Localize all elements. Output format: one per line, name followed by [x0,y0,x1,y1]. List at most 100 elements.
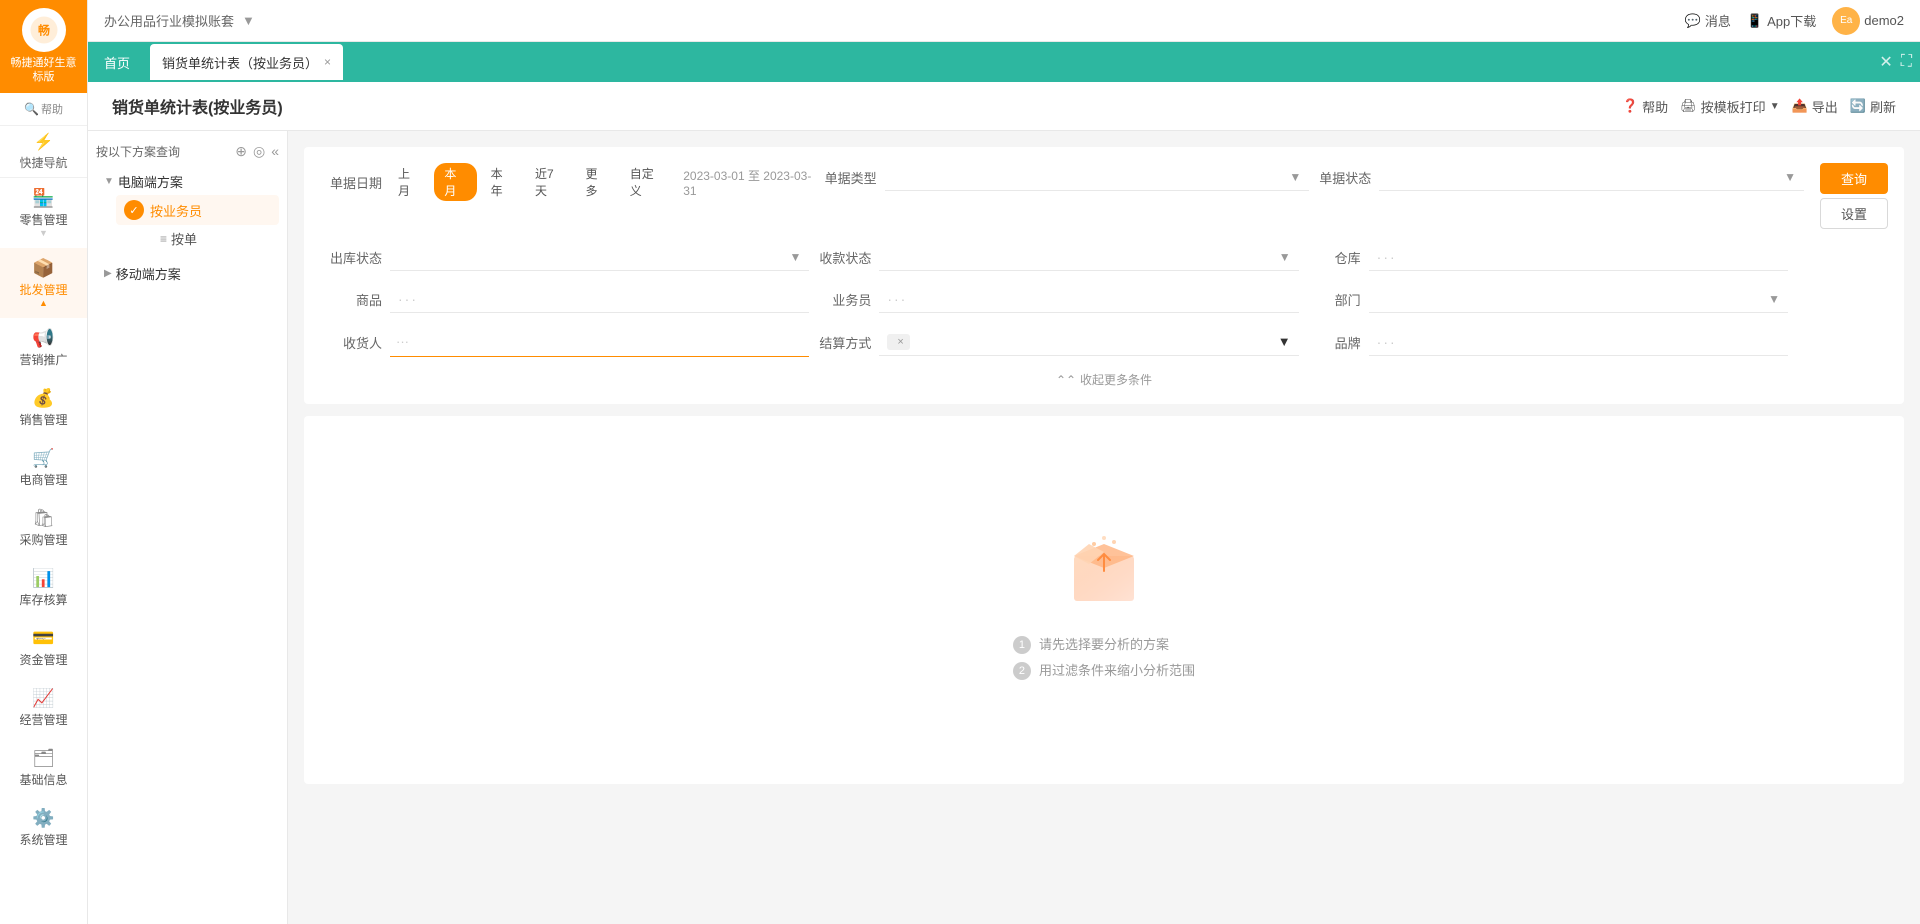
edit-scheme-btn[interactable]: ◎ [253,143,265,160]
settings-button[interactable]: 设置 [1820,198,1888,229]
suite-name: 办公用品行业模拟账套 [104,11,234,30]
salesperson-select[interactable]: ··· [879,285,1298,313]
tab-close-window-btn[interactable]: ✕ [1879,52,1892,72]
collect-status-select[interactable]: ▼ [879,243,1298,271]
date-btn-custom[interactable]: 自定义 [622,163,671,201]
sidebar-item-ecommerce[interactable]: 🛒 电商管理 [0,438,87,498]
sidebar-logo[interactable]: 畅 畅捷通好生意 标版 [0,0,87,93]
tab-home[interactable]: 首页 [88,42,146,82]
sidebar-item-wholesale[interactable]: 📦 批发管理 ▲ [0,248,87,318]
sidebar-item-inventory[interactable]: 📊 库存核算 [0,558,87,618]
department-caret-icon: ▼ [1768,292,1780,306]
dropdown-icon[interactable]: ▼ [242,13,255,28]
quick-nav[interactable]: ⚡ 快捷导航 [0,126,87,178]
tab-home-label: 首页 [104,53,130,72]
tab-close-btn[interactable]: × [324,55,331,69]
add-scheme-btn[interactable]: ⊕ [235,143,247,160]
tree-desktop[interactable]: ▼ 电脑端方案 [96,168,279,195]
goods-select[interactable]: ··· [390,285,809,313]
date-btn-current-month[interactable]: 本月 [434,163,476,201]
settlement-select[interactable]: × ▼ [879,328,1298,356]
date-btn-current-year[interactable]: 本年 [483,163,521,201]
help-btn[interactable]: ❓ 帮助 [1622,97,1668,116]
sidebar-item-operations[interactable]: 📈 经营管理 [0,678,87,738]
sidebar-item-label-operations: 经营管理 [19,711,67,728]
date-filter: 上月 本月 本年 近7天 更多 自定义 2023-03-01 至 2023-03… [390,163,815,201]
refresh-btn[interactable]: 🔄 刷新 [1850,97,1896,116]
user-area[interactable]: Ea demo2 [1832,7,1904,35]
collapse-btn[interactable]: ⌃⌃ 收起更多条件 [1056,371,1152,388]
tree-grandchild-order[interactable]: ≡ 按单 [152,225,279,252]
consignee-label: 收货人 [320,333,390,352]
tab-active[interactable]: 销货单统计表（按业务员） × [150,44,343,80]
app-download-btn[interactable]: 📱 App下载 [1747,11,1816,30]
sidebar-item-label-finance: 资金管理 [19,651,67,668]
collapse-label: 收起更多条件 [1080,371,1152,388]
finance-icon: 💳 [32,628,54,649]
marketing-icon: 📢 [32,328,54,349]
filter-row-4: 收货人 ··· 结算方式 × [320,327,1888,357]
doc-type-label: 单据类型 [815,168,885,187]
consignee-input[interactable]: ··· [390,327,809,357]
sidebar-item-sales[interactable]: 💰 销售管理 [0,378,87,438]
date-btn-last-month[interactable]: 上月 [390,163,428,201]
doc-status-caret-icon: ▼ [1784,170,1796,184]
order-icon: ≡ [160,232,167,246]
system-icon: ⚙️ [32,808,54,829]
collect-status-label: 收款状态 [809,248,879,267]
basic-icon: 🗂 [32,748,55,769]
export-btn[interactable]: 📤 导出 [1792,97,1838,116]
doc-type-select[interactable]: ▼ [885,163,1310,191]
sidebar-item-finance[interactable]: 💳 资金管理 [0,618,87,678]
date-label: 单据日期 [320,173,390,192]
sidebar-item-basic[interactable]: 🗂 基础信息 [0,738,87,798]
sidebar: 畅 畅捷通好生意 标版 🔍 帮助 ⚡ 快捷导航 🏪 零售管理 ▼ 📦 批发管理 … [0,0,88,924]
nav-icon: ⚡ [34,132,54,152]
tree-arrow-down-icon: ▼ [104,176,114,187]
brand-select[interactable]: ··· [1369,328,1788,356]
sidebar-item-purchase[interactable]: 🛍 采购管理 [0,498,87,558]
message-icon: 💬 [1685,13,1701,29]
message-btn[interactable]: 💬 消息 [1685,11,1731,30]
tree-child-salesperson[interactable]: ✓ 按业务员 [116,195,279,225]
query-button[interactable]: 查询 [1820,163,1888,194]
sidebar-item-label-purchase: 采购管理 [19,531,67,548]
department-label: 部门 [1299,290,1369,309]
date-filter-group: 单据日期 上月 本月 本年 近7天 更多 自定义 2023-03-01 至 20… [320,163,815,201]
collapse-panel-btn[interactable]: « [271,143,279,160]
filter-row-2: 出库状态 ▼ 收款状态 ▼ [320,243,1888,271]
doc-status-select[interactable]: ▼ [1379,163,1804,191]
department-select[interactable]: ▼ [1369,285,1788,313]
sidebar-item-marketing[interactable]: 📢 营销推广 [0,318,87,378]
step1-number: 1 [1013,636,1031,654]
help-label: 帮助 [1642,97,1668,116]
brand-group: 品牌 ··· [1299,328,1788,356]
date-btn-more[interactable]: 更多 [577,163,615,201]
phone-icon: 📱 [1747,13,1763,29]
sidebar-item-system[interactable]: ⚙️ 系统管理 [0,798,87,858]
quick-nav-label: 快捷导航 [19,154,67,171]
date-btn-7days[interactable]: 近7天 [527,163,572,201]
results-area: 1 请先选择要分析的方案 2 用过滤条件来缩小分析范围 [304,416,1904,784]
tab-maximize-btn[interactable]: ⛶ [1901,53,1912,71]
left-panel: 按以下方案查询 ⊕ ◎ « ▼ 电脑端方案 ✓ [88,131,288,924]
page-actions: ❓ 帮助 🖨 按模板打印 ▼ 📤 导出 🔄 刷新 [1622,97,1896,128]
empty-steps: 1 请先选择要分析的方案 2 用过滤条件来缩小分析范围 [1013,632,1195,684]
settlement-caret-icon: ▼ [1278,334,1291,349]
out-status-select[interactable]: ▼ [390,243,809,271]
sidebar-item-label-inventory: 库存核算 [19,591,67,608]
sidebar-item-label-system: 系统管理 [19,831,67,848]
warehouse-select[interactable]: ··· [1369,243,1788,271]
settlement-tag-remove-btn[interactable]: × [897,336,903,348]
sidebar-item-retail[interactable]: 🏪 零售管理 ▼ [0,178,87,248]
inventory-icon: 📊 [32,568,54,589]
tree-mobile[interactable]: ▶ 移动端方案 [96,260,279,287]
consignee-dots: ··· [396,334,409,349]
settlement-tag: × [887,334,909,350]
warehouse-group: 仓库 ··· [1299,243,1788,271]
print-btn[interactable]: 🖨 按模板打印 ▼ [1680,97,1779,116]
settlement-group: 结算方式 × ▼ [809,328,1298,356]
ecommerce-icon: 🛒 [32,448,54,469]
brand-label: 品牌 [1299,333,1369,352]
sidebar-search[interactable]: 🔍 帮助 [0,93,87,126]
